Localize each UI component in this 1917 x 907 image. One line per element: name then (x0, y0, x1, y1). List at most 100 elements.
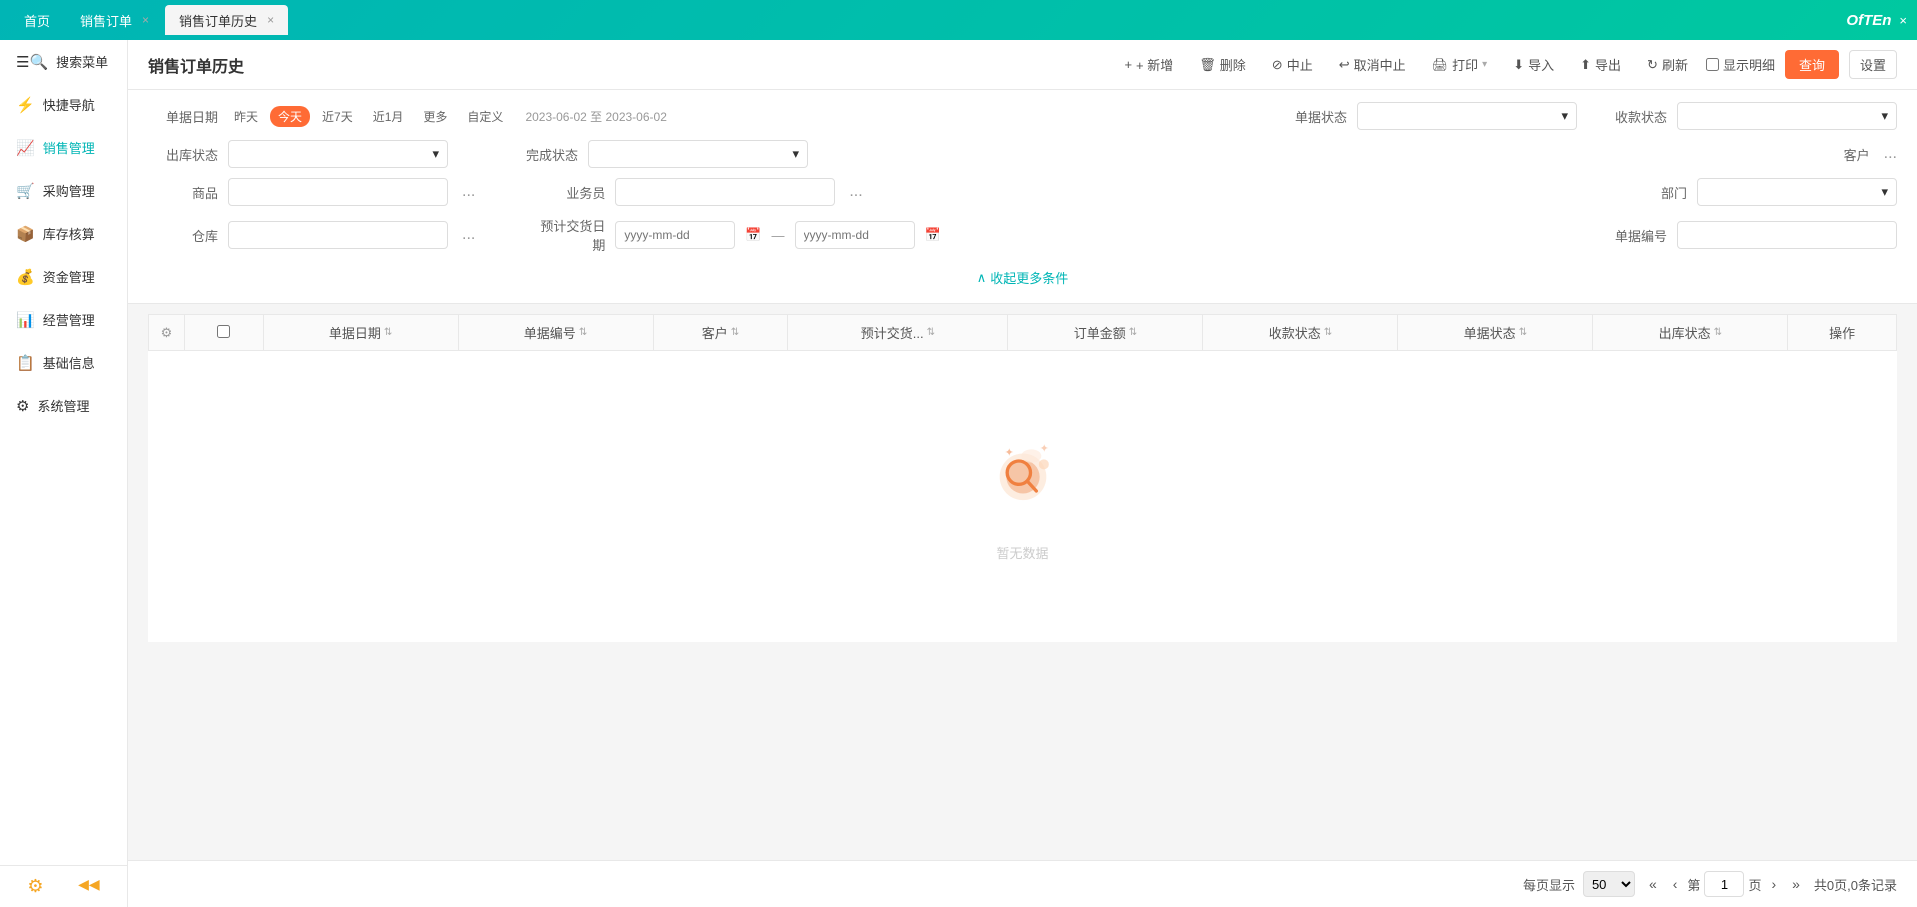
th-payment-status[interactable]: 收款状态 ⇅ (1203, 315, 1398, 351)
date-filter-section: 单据日期 昨天 今天 近7天 近1月 更多 自定义 2023-06-02 至 2… (148, 106, 667, 127)
sidebar-item-operations[interactable]: 📊 经营管理 (0, 298, 127, 341)
sales-mgmt-icon: 📈 (16, 139, 35, 157)
salesperson-dots[interactable]: ... (849, 183, 862, 201)
th-order-date[interactable]: 单据日期 ⇅ (263, 315, 458, 351)
th-order-amount[interactable]: 订单金额 ⇅ (1008, 315, 1203, 351)
ship-status-select[interactable]: ▾ (228, 140, 448, 168)
date-tab-last1m[interactable]: 近1月 (365, 106, 412, 127)
sidebar-item-sales-mgmt[interactable]: 📈 销售管理 (0, 126, 127, 169)
date-tab-yesterday[interactable]: 昨天 (226, 106, 266, 127)
expected-date-end[interactable] (795, 221, 915, 249)
calendar-end-icon[interactable]: 📅 (925, 227, 941, 243)
customer-label: 客户 (1800, 145, 1870, 164)
empty-state-row: ✦ ✦ 暂无数据 (149, 351, 1897, 643)
cancel-stop-button[interactable]: ↩ 取消中止 (1331, 51, 1414, 78)
goods-dots[interactable]: ... (462, 183, 475, 201)
stop-button[interactable]: ⊘ 中止 (1264, 51, 1321, 78)
first-page-btn[interactable]: « (1643, 874, 1663, 894)
last-page-btn[interactable]: » (1786, 874, 1806, 894)
purchase-mgmt-icon: 🛒 (16, 182, 35, 200)
new-button[interactable]: + + 新增 (1116, 51, 1181, 78)
tab-sales-order-history-close[interactable]: × (267, 13, 274, 27)
sidebar-item-basic-info-label: 基础信息 (43, 353, 95, 372)
date-tab-last7[interactable]: 近7天 (314, 106, 361, 127)
th-customer[interactable]: 客户 ⇅ (653, 315, 788, 351)
topbar-close-icon[interactable]: × (1899, 13, 1907, 28)
warehouse-input[interactable] (228, 221, 448, 249)
warehouse-dots[interactable]: ... (462, 226, 475, 244)
delete-label: 删除 (1220, 55, 1246, 74)
per-page-select[interactable]: 50 10 20 100 (1583, 871, 1635, 897)
tab-sales-order[interactable]: 销售订单 × (66, 5, 163, 35)
expected-date-label: 预计交货日期 (535, 216, 605, 254)
brand-label: OfTEn (1846, 12, 1891, 29)
sidebar-item-inventory[interactable]: 📦 库存核算 (0, 212, 127, 255)
import-label: 导入 (1528, 55, 1554, 74)
calendar-start-icon[interactable]: 📅 (745, 227, 761, 243)
refresh-button[interactable]: ↻ 刷新 (1639, 51, 1696, 78)
order-status-select[interactable]: ▾ (1357, 102, 1577, 130)
select-all-checkbox[interactable] (217, 325, 230, 338)
complete-status-select[interactable]: ▾ (588, 140, 808, 168)
sidebar-item-quick-nav[interactable]: ⚡ 快捷导航 (0, 83, 127, 126)
th-customer-label: 客户 (702, 323, 728, 342)
print-button[interactable]: 🖨 打印 ▾ (1424, 51, 1496, 78)
print-chevron-icon: ▾ (1482, 59, 1487, 70)
sidebar-item-search-menu[interactable]: ☰🔍 搜索菜单 (0, 40, 127, 83)
prev-page-btn[interactable]: ‹ (1667, 874, 1684, 894)
settings-label: 设置 (1860, 55, 1886, 74)
sidebar-item-basic-info[interactable]: 📋 基础信息 (0, 341, 127, 384)
goods-input[interactable] (228, 178, 448, 206)
date-range-value: 2023-06-02 至 2023-06-02 (525, 108, 666, 125)
ship-status-chevron: ▾ (432, 146, 439, 162)
tab-sales-order-close[interactable]: × (142, 13, 149, 27)
settings-button[interactable]: 设置 (1849, 50, 1897, 79)
th-ship-status[interactable]: 出库状态 ⇅ (1593, 315, 1788, 351)
sidebar-item-sales-mgmt-label: 销售管理 (43, 138, 95, 157)
table-body: ✦ ✦ 暂无数据 (149, 351, 1897, 643)
svg-text:✦: ✦ (1004, 447, 1013, 459)
th-expected-delivery[interactable]: 预计交货... ⇅ (788, 315, 1008, 351)
sidebar-item-finance-label: 资金管理 (43, 267, 95, 286)
sidebar-settings-btn[interactable]: ⚙ (27, 876, 43, 897)
import-button[interactable]: ⬇ 导入 (1505, 51, 1562, 78)
th-order-amount-label: 订单金额 (1074, 323, 1126, 342)
date-tab-custom[interactable]: 自定义 (459, 106, 511, 127)
table-settings-icon[interactable]: ⚙ (161, 325, 173, 340)
payment-status-select[interactable]: ▾ (1677, 102, 1897, 130)
query-button[interactable]: 查询 (1785, 50, 1839, 79)
page-header: 销售订单历史 + + 新增 🗑 删除 ⊘ 中止 ↩ 取消中止 (128, 40, 1917, 90)
expected-date-start[interactable] (615, 221, 735, 249)
date-tab-today[interactable]: 今天 (270, 106, 310, 127)
th-action-label: 操作 (1829, 326, 1855, 341)
new-label: + 新增 (1136, 55, 1173, 74)
sidebar-audio-btn[interactable]: ◀◀ (78, 876, 100, 897)
complete-status-chevron: ▾ (792, 146, 799, 162)
total-label: 共0页,0条记录 (1814, 875, 1897, 894)
order-no-input[interactable] (1677, 221, 1897, 249)
delete-button[interactable]: 🗑 删除 (1191, 51, 1254, 78)
filter-row-2: 出库状态 ▾ 完成状态 ▾ 客户 ... (148, 140, 1897, 168)
customer-dots[interactable]: ... (1884, 145, 1897, 163)
next-page-btn[interactable]: › (1765, 874, 1782, 894)
sidebar-item-purchase-mgmt[interactable]: 🛒 采购管理 (0, 169, 127, 212)
quick-nav-icon: ⚡ (16, 96, 35, 114)
page-nav: « ‹ 第 页 › » (1643, 871, 1806, 897)
sidebar-item-system-mgmt[interactable]: ⚙ 系统管理 (0, 384, 127, 427)
tab-home[interactable]: 首页 (10, 5, 64, 35)
collapse-bar[interactable]: ∧ 收起更多条件 (148, 264, 1897, 291)
display-columns-checkbox[interactable] (1706, 58, 1719, 71)
display-columns-toggle[interactable]: 显示明细 (1706, 55, 1775, 74)
tab-sales-order-history[interactable]: 销售订单历史 × (165, 5, 288, 35)
sidebar-item-finance[interactable]: 💰 资金管理 (0, 255, 127, 298)
th-order-status[interactable]: 单据状态 ⇅ (1398, 315, 1593, 351)
export-button[interactable]: ⬆ 导出 (1572, 51, 1629, 78)
payment-status-sort-icon: ⇅ (1324, 327, 1332, 338)
date-tab-more[interactable]: 更多 (415, 106, 455, 127)
th-order-no[interactable]: 单据编号 ⇅ (458, 315, 653, 351)
th-order-date-sort: 单据日期 ⇅ (329, 323, 392, 342)
salesperson-input[interactable] (615, 178, 835, 206)
dept-select[interactable]: ▾ (1697, 178, 1897, 206)
toolbar: + + 新增 🗑 删除 ⊘ 中止 ↩ 取消中止 🖨 打印 (1116, 50, 1897, 79)
page-number-input[interactable] (1704, 871, 1744, 897)
